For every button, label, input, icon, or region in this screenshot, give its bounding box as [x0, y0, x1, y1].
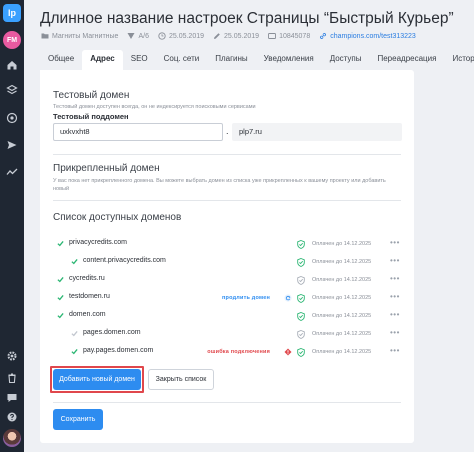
check-icon[interactable]: [57, 294, 64, 301]
edit-icon: [214, 33, 220, 39]
domain-name: testdomen.ru: [69, 293, 110, 300]
check-icon[interactable]: [71, 348, 78, 355]
attached-domain-heading: Прикрепленный домен: [53, 163, 160, 174]
paid-until-label: Оплачен до 14.12.2025: [312, 349, 372, 355]
domain-action-link[interactable]: продлить домен: [222, 295, 270, 301]
trash-icon[interactable]: [6, 372, 18, 384]
paid-until-label: Оплачен до 14.12.2025: [312, 241, 372, 247]
ssl-shield-icon: [297, 293, 305, 303]
check-icon[interactable]: [71, 258, 78, 265]
folder-icon: [41, 33, 49, 39]
more-options-icon[interactable]: •••: [390, 346, 400, 355]
help-icon[interactable]: [6, 411, 18, 423]
sidebar: lp FM: [0, 0, 24, 452]
meta-link[interactable]: champions.com/test313223: [319, 32, 416, 40]
tab-bar: Общее Адрес SEO Соц. сети Плагины Уведом…: [40, 50, 474, 70]
subdomain-input[interactable]: uxkvxht8: [53, 123, 223, 141]
test-domain-field: plp7.ru: [232, 123, 402, 141]
domain-name: domen.com: [69, 311, 106, 318]
divider: [53, 200, 401, 201]
home-icon[interactable]: [6, 59, 18, 71]
meta-id: 10845078: [268, 32, 310, 40]
paid-until-label: Оплачен до 14.12.2025: [312, 331, 372, 337]
domains-list-heading: Список доступных доменов: [53, 212, 182, 223]
check-icon[interactable]: [57, 240, 64, 247]
domain-name: privacycredits.com: [69, 239, 127, 246]
paid-until-label: Оплачен до 14.12.2025: [312, 313, 372, 319]
warning-icon[interactable]: [284, 348, 292, 356]
check-icon[interactable]: [57, 276, 64, 283]
check-icon[interactable]: [57, 312, 64, 319]
more-options-icon[interactable]: •••: [390, 328, 400, 337]
domain-action-link[interactable]: ошибка подключения: [207, 349, 270, 355]
more-options-icon[interactable]: •••: [390, 310, 400, 319]
test-domain-heading: Тестовый домен: [53, 90, 130, 101]
refresh-icon[interactable]: [284, 294, 292, 302]
check-icon[interactable]: [71, 330, 78, 337]
ssl-shield-icon: [297, 257, 305, 267]
user-avatar[interactable]: FM: [3, 31, 21, 49]
test-domain-description: Тестовый домен доступен всегда, он не ин…: [53, 104, 256, 110]
more-options-icon[interactable]: •••: [390, 274, 400, 283]
subdomain-label: Тестовый поддомен: [53, 112, 129, 121]
divider: [53, 154, 401, 155]
close-list-button[interactable]: Закрыть список: [148, 369, 214, 390]
domain-name: content.privacycredits.com: [83, 257, 166, 264]
app-logo[interactable]: lp: [3, 4, 21, 22]
tab-address[interactable]: Адрес: [82, 50, 123, 70]
tab-seo[interactable]: SEO: [123, 50, 156, 70]
more-options-icon[interactable]: •••: [390, 292, 400, 301]
more-options-icon[interactable]: •••: [390, 256, 400, 265]
meta-created: 25.05.2019: [158, 32, 204, 40]
attached-domain-description: У вас пока нет прикрепленного домена. Вы…: [53, 178, 386, 192]
page-meta: Магниты Магнитные A/6 25.05.2019 25.05.2…: [41, 31, 425, 41]
ssl-shield-icon: [297, 275, 305, 285]
settings-circle-icon[interactable]: [6, 112, 18, 124]
more-options-icon[interactable]: •••: [390, 238, 400, 247]
paid-until-label: Оплачен до 14.12.2025: [312, 295, 372, 301]
analytics-icon[interactable]: [6, 166, 18, 178]
chat-icon[interactable]: [6, 392, 18, 404]
profile-photo[interactable]: [3, 429, 21, 447]
paid-until-label: Оплачен до 14.12.2025: [312, 259, 372, 265]
tab-access[interactable]: Доступы: [322, 50, 370, 70]
ssl-shield-icon: [297, 329, 305, 339]
domain-name: cycredits.ru: [69, 275, 105, 282]
meta-version: A/6: [127, 32, 149, 40]
save-button[interactable]: Сохранить: [53, 409, 103, 430]
tab-notifications[interactable]: Уведомления: [256, 50, 322, 70]
meta-folder[interactable]: Магниты Магнитные: [41, 32, 118, 40]
gear-icon[interactable]: [6, 350, 18, 362]
highlight-frame: [50, 366, 144, 393]
page-title: Длинное название настроек Страницы “Быст…: [40, 10, 454, 27]
send-icon[interactable]: [6, 139, 18, 151]
domain-separator: .: [226, 126, 229, 136]
link-icon: [320, 33, 327, 39]
tab-history[interactable]: История: [444, 50, 474, 70]
version-icon: [127, 33, 135, 39]
tab-plugins[interactable]: Плагины: [207, 50, 255, 70]
clock-icon: [158, 32, 166, 40]
ssl-shield-icon: [297, 311, 305, 321]
address-panel: Тестовый домен Тестовый домен доступен в…: [40, 70, 414, 443]
tab-social[interactable]: Соц. сети: [156, 50, 208, 70]
tab-redirect[interactable]: Переадресация: [369, 50, 444, 70]
ssl-shield-icon: [297, 347, 305, 357]
domain-name: pages.domen.com: [83, 329, 141, 336]
ssl-shield-icon: [297, 239, 305, 249]
paid-until-label: Оплачен до 14.12.2025: [312, 277, 372, 283]
domain-name: pay.pages.domen.com: [83, 347, 154, 354]
layers-icon[interactable]: [6, 84, 18, 96]
id-icon: [268, 33, 277, 39]
meta-updated: 25.05.2019: [213, 32, 259, 40]
tab-general[interactable]: Общее: [40, 50, 82, 70]
divider: [53, 402, 401, 403]
